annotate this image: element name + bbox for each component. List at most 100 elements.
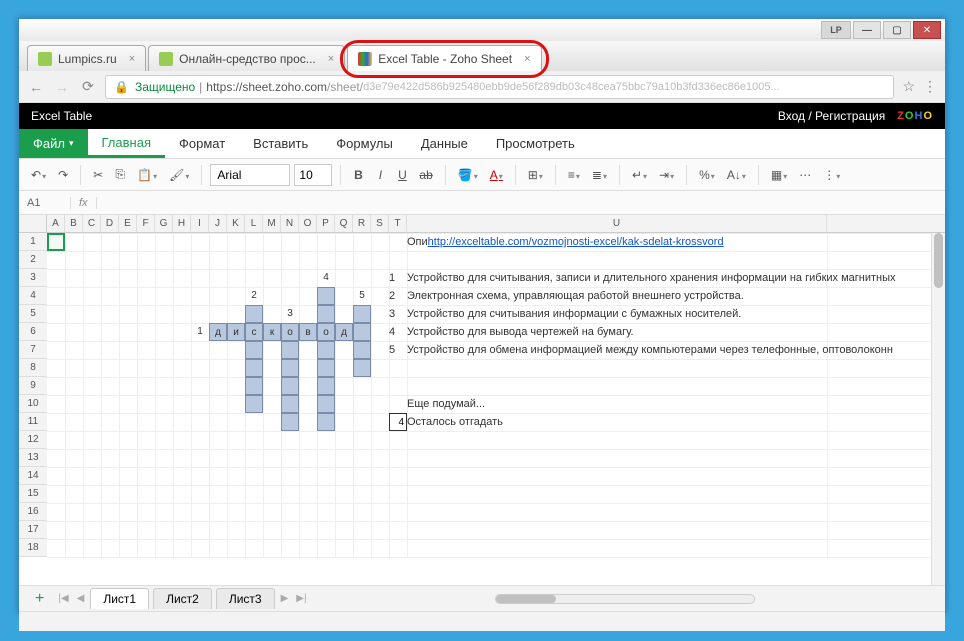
crossword-cell[interactable] — [317, 377, 335, 395]
crossword-cell[interactable] — [245, 341, 263, 359]
row-header[interactable]: 15 — [19, 485, 47, 503]
close-icon[interactable]: × — [328, 53, 334, 65]
insert-cell-button[interactable]: ▦ — [767, 166, 791, 184]
close-icon[interactable]: × — [524, 53, 530, 65]
row-header[interactable]: 4 — [19, 287, 47, 305]
maximize-button[interactable]: ▢ — [883, 21, 911, 39]
sheet-tab-1[interactable]: Лист1 — [90, 588, 149, 609]
row-header[interactable]: 14 — [19, 467, 47, 485]
paste-button[interactable]: 📋 — [133, 166, 161, 184]
back-button[interactable]: ← — [27, 79, 45, 95]
crossword-cell[interactable] — [317, 413, 335, 431]
close-button[interactable]: ✕ — [913, 21, 941, 39]
crossword-cell[interactable] — [245, 395, 263, 413]
col-header[interactable]: K — [227, 215, 245, 232]
sheet-nav-last[interactable]: ▶| — [294, 593, 308, 604]
format-painter-button[interactable]: 🖌 — [165, 166, 193, 184]
col-header[interactable]: I — [191, 215, 209, 232]
col-header[interactable]: O — [299, 215, 317, 232]
menu-home[interactable]: Главная — [88, 129, 165, 158]
crossword-cell[interactable] — [317, 359, 335, 377]
close-icon[interactable]: × — [129, 53, 135, 65]
account-button[interactable]: LP — [821, 21, 851, 39]
crossword-cell[interactable]: д — [335, 323, 353, 341]
crossword-cell[interactable]: и — [227, 323, 245, 341]
name-box[interactable]: A1 — [19, 197, 71, 209]
sheet-tab-2[interactable]: Лист2 — [153, 588, 212, 609]
crossword-cell[interactable]: в — [299, 323, 317, 341]
strike-button[interactable]: ab — [415, 166, 436, 184]
crossword-cell[interactable]: о — [317, 323, 335, 341]
crossword-cell[interactable]: с — [245, 323, 263, 341]
crossword-cell[interactable] — [317, 341, 335, 359]
tab-lumpics[interactable]: Lumpics.ru × — [27, 45, 146, 71]
sheet-nav-first[interactable]: |◀ — [56, 593, 70, 604]
border-button[interactable]: ⊞ — [524, 166, 547, 184]
align-v-button[interactable]: ≣ — [588, 166, 611, 184]
crossword-cell[interactable] — [245, 377, 263, 395]
col-header[interactable]: Q — [335, 215, 353, 232]
more-button[interactable]: ⋯ — [795, 166, 815, 184]
col-header[interactable]: S — [371, 215, 389, 232]
row-header[interactable]: 6 — [19, 323, 47, 341]
minimize-button[interactable]: — — [853, 21, 881, 39]
row-header[interactable]: 11 — [19, 413, 47, 431]
crossword-cell[interactable]: о — [281, 323, 299, 341]
row-header[interactable]: 2 — [19, 251, 47, 269]
menu-formulas[interactable]: Формулы — [322, 129, 407, 158]
result-cell[interactable]: 4 — [389, 413, 407, 431]
more-dd-button[interactable]: ⋮ — [819, 166, 844, 184]
col-header[interactable]: F — [137, 215, 155, 232]
url-input[interactable]: 🔒 Защищено | https://sheet.zoho.com /she… — [105, 75, 894, 99]
crossword-cell[interactable] — [353, 305, 371, 323]
col-header[interactable]: B — [65, 215, 83, 232]
row-header[interactable]: 3 — [19, 269, 47, 287]
redo-button[interactable]: ↷ — [54, 166, 72, 184]
crossword-cell[interactable] — [353, 323, 371, 341]
crossword-cell[interactable] — [317, 287, 335, 305]
menu-view[interactable]: Просмотреть — [482, 129, 589, 158]
row-header[interactable]: 8 — [19, 359, 47, 377]
menu-data[interactable]: Данные — [407, 129, 482, 158]
reload-button[interactable]: ⟳ — [79, 78, 97, 95]
col-header[interactable]: J — [209, 215, 227, 232]
col-header[interactable]: M — [263, 215, 281, 232]
italic-button[interactable]: I — [371, 166, 389, 184]
col-header[interactable]: P — [317, 215, 335, 232]
row-header[interactable]: 12 — [19, 431, 47, 449]
crossword-cell[interactable] — [353, 341, 371, 359]
row-header[interactable]: 10 — [19, 395, 47, 413]
size-select[interactable] — [294, 164, 332, 186]
crossword-cell[interactable]: к — [263, 323, 281, 341]
fx-icon[interactable]: fx — [71, 197, 97, 209]
crossword-cell[interactable] — [317, 395, 335, 413]
row-header[interactable]: 16 — [19, 503, 47, 521]
text-color-button[interactable]: A — [486, 166, 507, 184]
underline-button[interactable]: U — [393, 166, 411, 184]
sheet-tab-3[interactable]: Лист3 — [216, 588, 275, 609]
merge-button[interactable]: ⇥ — [655, 166, 678, 184]
sort-button[interactable]: A↓ — [723, 166, 750, 184]
col-header[interactable]: L — [245, 215, 263, 232]
col-header[interactable]: C — [83, 215, 101, 232]
row-header[interactable]: 5 — [19, 305, 47, 323]
bookmark-icon[interactable]: ☆ — [902, 78, 915, 95]
auth-link[interactable]: Вход / Регистрация — [778, 109, 885, 123]
row-header[interactable]: 17 — [19, 521, 47, 539]
align-h-button[interactable]: ≡ — [564, 166, 584, 184]
row-header[interactable]: 18 — [19, 539, 47, 557]
tab-online[interactable]: Онлайн-средство прос... × — [148, 45, 345, 71]
wrap-button[interactable]: ↵ — [628, 166, 651, 184]
tab-zoho[interactable]: Excel Table - Zoho Sheet × — [347, 45, 541, 71]
number-format-button[interactable]: % — [695, 166, 719, 184]
cut-button[interactable]: ✂ — [89, 166, 107, 184]
crossword-cell[interactable]: д — [209, 323, 227, 341]
crossword-cell[interactable] — [281, 377, 299, 395]
spreadsheet-grid[interactable]: ABCDEFGHIJKLMNOPQRSTU 123456789101112131… — [19, 215, 945, 585]
col-header[interactable]: E — [119, 215, 137, 232]
crossword-cell[interactable] — [281, 341, 299, 359]
col-header[interactable]: G — [155, 215, 173, 232]
undo-button[interactable]: ↶ — [27, 166, 50, 184]
crossword-cell[interactable] — [317, 305, 335, 323]
font-select[interactable] — [210, 164, 290, 186]
